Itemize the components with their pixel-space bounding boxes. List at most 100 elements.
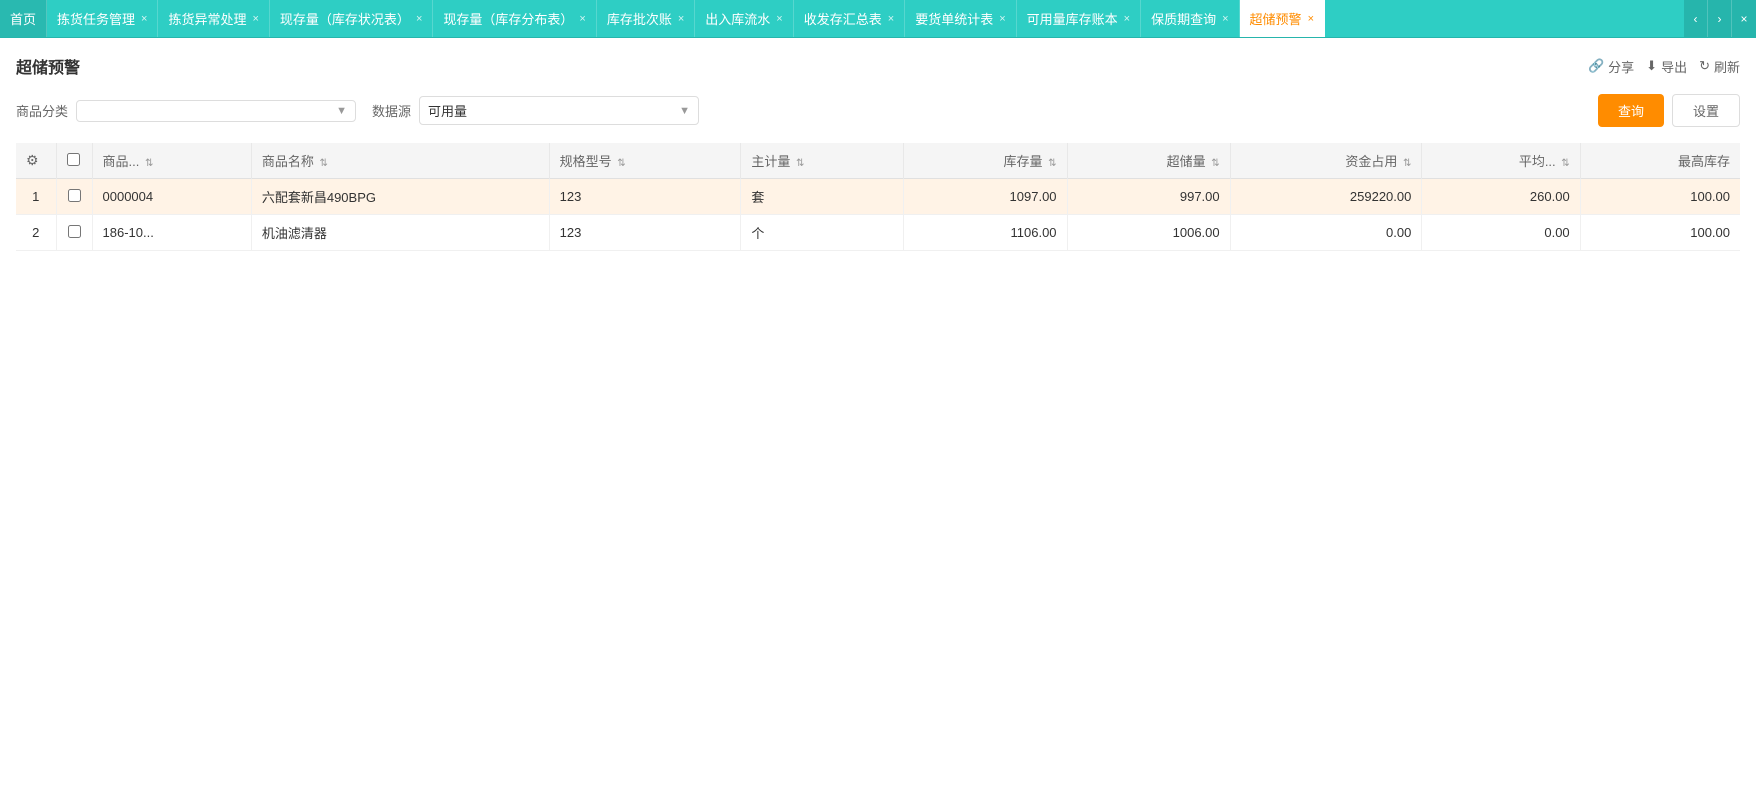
cell-product-code-1: 0000004 [92, 179, 251, 215]
select-all-checkbox[interactable] [67, 153, 80, 166]
nav-item-abnormal[interactable]: 拣货异常处理 × [158, 0, 269, 37]
column-header-unit[interactable]: 主计量 ⇅ [741, 143, 904, 179]
nav-item-stock-batch[interactable]: 库存批次账 × [597, 0, 695, 37]
filter-datasource: 数据源 可用量 ▼ [372, 96, 699, 125]
nav-arrow-right[interactable]: › [1708, 0, 1732, 37]
column-header-stock-qty[interactable]: 库存量 ⇅ [904, 143, 1067, 179]
nav-close-req-summary[interactable]: × [999, 13, 1005, 25]
header-actions: 🔗 分享 ⬇ 导出 ↻ 刷新 [1588, 57, 1740, 76]
column-header-overstock-qty[interactable]: 超储量 ⇅ [1067, 143, 1230, 179]
column-header-gear[interactable]: ⚙ [16, 143, 56, 179]
share-icon: 🔗 [1588, 58, 1604, 74]
row-checkbox-cell-2[interactable] [56, 215, 92, 251]
sort-icon-product-name: ⇅ [319, 158, 327, 169]
row-checkbox-2[interactable] [68, 225, 81, 238]
share-button[interactable]: 🔗 分享 [1588, 57, 1634, 76]
filter-row: 商品分类 ▼ 数据源 可用量 ▼ 查询 设置 [16, 94, 1740, 127]
nav-item-task-mgmt[interactable]: 拣货任务管理 × [47, 0, 158, 37]
top-navigation: 首页 拣货任务管理 × 拣货异常处理 × 现存量（库存状况表） × 现存量（库存… [0, 0, 1756, 38]
query-button[interactable]: 查询 [1598, 94, 1664, 127]
nav-item-req-summary-label: 要货单统计表 [915, 9, 993, 28]
nav-close-inout-flow[interactable]: × [776, 13, 782, 25]
cell-spec-2: 123 [549, 215, 741, 251]
gear-icon[interactable]: ⚙ [26, 152, 39, 168]
chevron-down-icon2: ▼ [679, 105, 690, 117]
row-number-2: 2 [16, 215, 56, 251]
nav-close-overstock[interactable]: × [1308, 13, 1314, 25]
nav-item-stock-status-label: 现存量（库存状况表） [280, 9, 410, 28]
nav-item-recv-summary-label: 收发存汇总表 [804, 9, 882, 28]
nav-item-stock-status[interactable]: 现存量（库存状况表） × [270, 0, 433, 37]
export-icon: ⬇ [1646, 58, 1657, 74]
cell-stock-qty-2: 1106.00 [904, 215, 1067, 251]
nav-item-inout-flow[interactable]: 出入库流水 × [695, 0, 793, 37]
nav-item-avail-stock-label: 可用量库存账本 [1027, 9, 1118, 28]
nav-item-overstock[interactable]: 超储预警 × [1240, 0, 1325, 37]
filter-datasource-label: 数据源 [372, 101, 411, 120]
cell-overstock-qty-2: 1006.00 [1067, 215, 1230, 251]
export-button[interactable]: ⬇ 导出 [1646, 57, 1687, 76]
table-row: 1 0000004 六配套新昌490BPG 123 套 1097.00 997.… [16, 179, 1740, 215]
nav-item-overstock-label: 超储预警 [1250, 9, 1302, 28]
nav-item-avail-stock[interactable]: 可用量库存账本 × [1017, 0, 1141, 37]
datasource-select[interactable]: 可用量 ▼ [419, 96, 699, 125]
refresh-label: 刷新 [1714, 57, 1740, 76]
data-table: ⚙ 商品... ⇅ 商品名称 ⇅ 规格型号 ⇅ 主计量 [16, 143, 1740, 251]
nav-close-stock-dist[interactable]: × [579, 13, 585, 25]
column-header-product-name[interactable]: 商品名称 ⇅ [251, 143, 549, 179]
nav-item-quality-check[interactable]: 保质期查询 × [1141, 0, 1239, 37]
column-header-spec[interactable]: 规格型号 ⇅ [549, 143, 741, 179]
cell-overstock-qty-1: 997.00 [1067, 179, 1230, 215]
sort-icon-stock-qty: ⇅ [1048, 158, 1056, 169]
nav-item-stock-dist[interactable]: 现存量（库存分布表） × [433, 0, 596, 37]
export-label: 导出 [1661, 57, 1687, 76]
nav-close-stock-status[interactable]: × [416, 13, 422, 25]
nav-close-quality-check[interactable]: × [1222, 13, 1228, 25]
page-header: 超储预警 🔗 分享 ⬇ 导出 ↻ 刷新 [16, 54, 1740, 78]
cell-avg-1: 260.00 [1422, 179, 1580, 215]
column-header-checkbox[interactable] [56, 143, 92, 179]
nav-item-inout-flow-label: 出入库流水 [705, 9, 770, 28]
column-header-avg[interactable]: 平均... ⇅ [1422, 143, 1580, 179]
nav-close-avail-stock[interactable]: × [1124, 13, 1130, 25]
nav-close-stock-batch[interactable]: × [678, 13, 684, 25]
nav-arrows: ‹ › × [1684, 0, 1756, 37]
refresh-button[interactable]: ↻ 刷新 [1699, 57, 1740, 76]
nav-arrow-left[interactable]: ‹ [1684, 0, 1708, 37]
category-select[interactable]: ▼ [76, 100, 356, 122]
nav-arrow-close[interactable]: × [1732, 0, 1756, 37]
sort-icon-unit: ⇅ [796, 158, 804, 169]
cell-stock-qty-1: 1097.00 [904, 179, 1067, 215]
column-header-max-stock[interactable]: 最高库存 [1580, 143, 1740, 179]
nav-close-task-mgmt[interactable]: × [141, 13, 147, 25]
nav-item-recv-summary[interactable]: 收发存汇总表 × [794, 0, 905, 37]
row-checkbox-cell-1[interactable] [56, 179, 92, 215]
cell-unit-2: 个 [741, 215, 904, 251]
cell-avg-2: 0.00 [1422, 215, 1580, 251]
row-checkbox-1[interactable] [68, 189, 81, 202]
column-header-capital-used[interactable]: 资金占用 ⇅ [1230, 143, 1422, 179]
nav-item-home[interactable]: 首页 [0, 0, 47, 37]
datasource-select-value: 可用量 [428, 101, 467, 120]
settings-button[interactable]: 设置 [1672, 94, 1740, 127]
nav-item-task-mgmt-label: 拣货任务管理 [57, 9, 135, 28]
refresh-icon: ↻ [1699, 58, 1710, 74]
sort-icon-product-code: ⇅ [145, 158, 153, 169]
nav-close-abnormal[interactable]: × [252, 13, 258, 25]
cell-product-name-2: 机油滤清器 [251, 215, 549, 251]
column-header-product-code[interactable]: 商品... ⇅ [92, 143, 251, 179]
filter-actions: 查询 设置 [1598, 94, 1740, 127]
table-header-row: ⚙ 商品... ⇅ 商品名称 ⇅ 规格型号 ⇅ 主计量 [16, 143, 1740, 179]
cell-max-stock-2: 100.00 [1580, 215, 1740, 251]
nav-item-stock-dist-label: 现存量（库存分布表） [443, 9, 573, 28]
nav-item-req-summary[interactable]: 要货单统计表 × [905, 0, 1016, 37]
page-title: 超储预警 [16, 54, 80, 78]
main-content: 超储预警 🔗 分享 ⬇ 导出 ↻ 刷新 商品分类 ▼ 数据源 [0, 38, 1756, 800]
cell-capital-used-2: 0.00 [1230, 215, 1422, 251]
cell-product-name-1: 六配套新昌490BPG [251, 179, 549, 215]
cell-capital-used-1: 259220.00 [1230, 179, 1422, 215]
cell-spec-1: 123 [549, 179, 741, 215]
nav-item-quality-check-label: 保质期查询 [1151, 9, 1216, 28]
nav-close-recv-summary[interactable]: × [888, 13, 894, 25]
chevron-down-icon: ▼ [336, 105, 347, 117]
